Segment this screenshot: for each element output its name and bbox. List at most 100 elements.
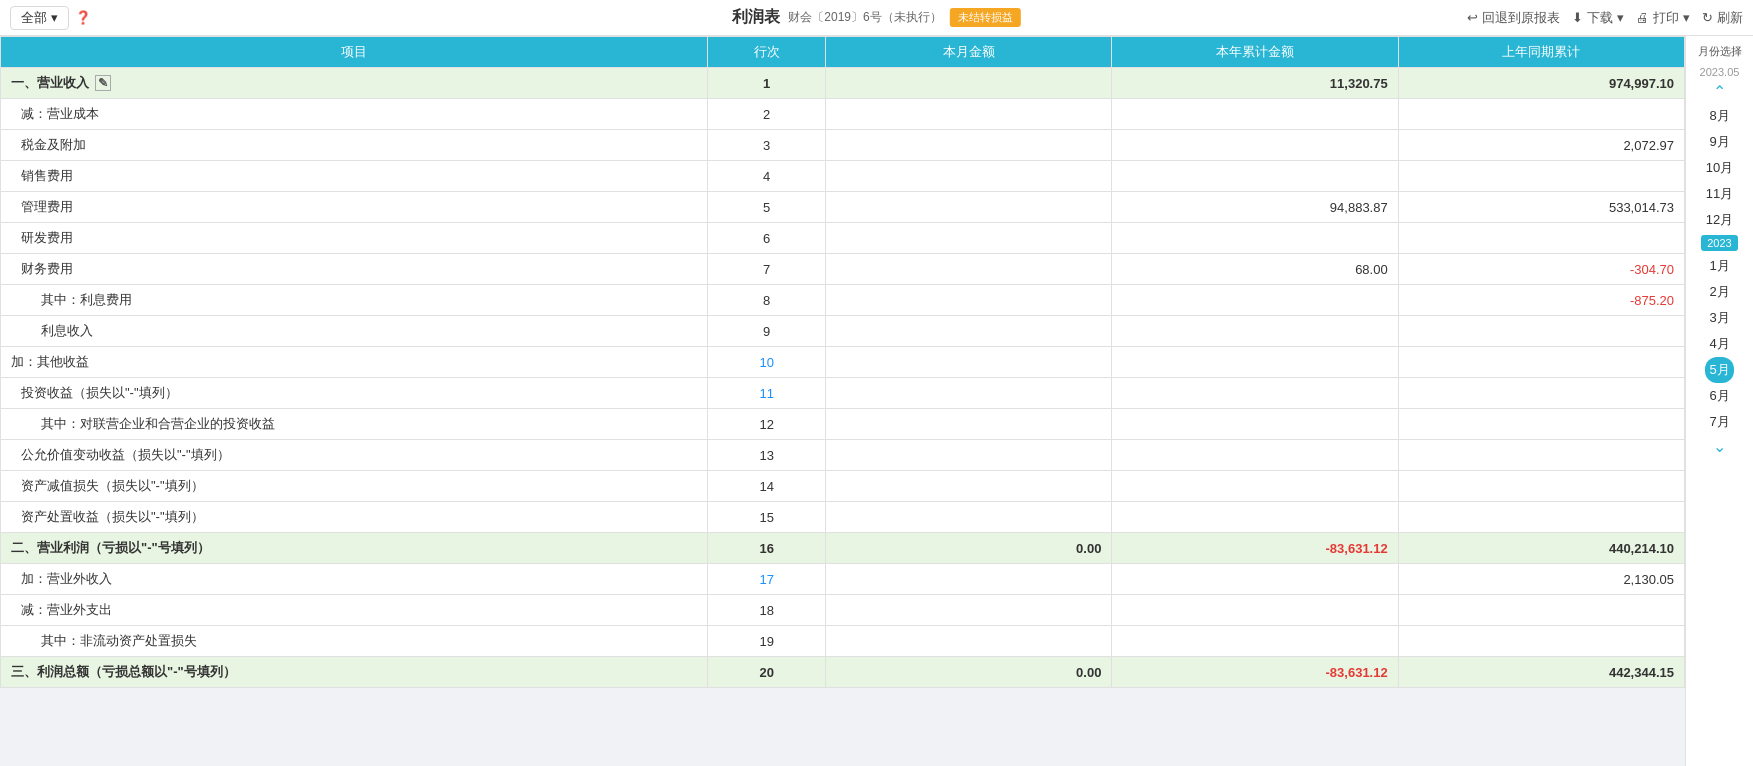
refresh-label: 刷新 [1717, 9, 1743, 27]
table-cell-year: -83,631.12 [1112, 533, 1398, 564]
scroll-up-icon[interactable]: ⌃ [1713, 80, 1726, 103]
table-cell-month [826, 130, 1112, 161]
table-cell-rownum: 2 [708, 99, 826, 130]
sidebar-year-badge[interactable]: 2023 [1701, 235, 1737, 251]
back-button[interactable]: ↩ 回退到原报表 [1467, 9, 1560, 27]
table-cell-month [826, 378, 1112, 409]
sidebar-month-item[interactable]: 6月 [1701, 383, 1737, 409]
table-cell-rownum: 14 [708, 471, 826, 502]
table-cell-month [826, 440, 1112, 471]
scroll-down-icon[interactable]: ⌄ [1713, 435, 1726, 458]
refresh-button[interactable]: ↻ 刷新 [1702, 9, 1743, 27]
table-cell-prev: -875.20 [1398, 285, 1684, 316]
category-dropdown[interactable]: 全部 ▾ [10, 6, 69, 30]
table-cell-year: 94,883.87 [1112, 192, 1398, 223]
sidebar-date-header: 2023.05 [1700, 66, 1740, 78]
table-cell-prev: 533,014.73 [1398, 192, 1684, 223]
table-cell-prev: 440,214.10 [1398, 533, 1684, 564]
table-cell-item: 加：其他收益 [1, 347, 708, 378]
top-bar-right: ↩ 回退到原报表 ⬇ 下载 ▾ 🖨 打印 ▾ ↻ 刷新 [1467, 9, 1743, 27]
table-cell-rownum: 8 [708, 285, 826, 316]
table-cell-rownum: 1 [708, 68, 826, 99]
table-cell-prev [1398, 440, 1684, 471]
table-header-row: 项目 行次 本月金额 本年累计金额 上年同期累计 [1, 37, 1685, 68]
download-label: 下载 [1587, 9, 1613, 27]
table-cell-year [1112, 471, 1398, 502]
sidebar-month-item[interactable]: 7月 [1701, 409, 1737, 435]
table-cell-item: 资产减值损失（损失以"-"填列） [1, 471, 708, 502]
table-cell-month [826, 347, 1112, 378]
table-cell-month [826, 316, 1112, 347]
table-cell-rownum: 13 [708, 440, 826, 471]
download-button[interactable]: ⬇ 下载 ▾ [1572, 9, 1624, 27]
table-cell-year: 11,320.75 [1112, 68, 1398, 99]
sidebar-month-item[interactable]: 4月 [1701, 331, 1737, 357]
print-icon: 🖨 [1636, 10, 1649, 25]
table-cell-item: 资产处置收益（损失以"-"填列） [1, 502, 708, 533]
chevron-down-icon: ▾ [51, 10, 58, 25]
sidebar-month-item[interactable]: 10月 [1701, 155, 1737, 181]
table-cell-month [826, 285, 1112, 316]
table-cell-prev [1398, 471, 1684, 502]
table-cell-rownum: 19 [708, 626, 826, 657]
sidebar-month-item[interactable]: 1月 [1701, 253, 1737, 279]
table-cell-rownum: 5 [708, 192, 826, 223]
table-cell-month [826, 595, 1112, 626]
table-cell-rownum: 15 [708, 502, 826, 533]
table-cell-rownum: 9 [708, 316, 826, 347]
table-cell-prev [1398, 595, 1684, 626]
sidebar-month-item[interactable]: 9月 [1701, 129, 1737, 155]
table-cell-year [1112, 316, 1398, 347]
table-cell-rownum: 10 [708, 347, 826, 378]
print-label: 打印 [1653, 9, 1679, 27]
download-icon: ⬇ [1572, 10, 1583, 25]
month-sidebar: 月份选择 2023.05 ⌃ 8月9月10月11月12月 2023 1月2月3月4月… [1685, 36, 1753, 766]
table-cell-prev [1398, 502, 1684, 533]
table-cell-item: 其中：对联营企业和合营企业的投资收益 [1, 409, 708, 440]
table-cell-prev: 2,072.97 [1398, 130, 1684, 161]
table-cell-rownum: 16 [708, 533, 826, 564]
table-cell-prev [1398, 347, 1684, 378]
table-area: 项目 行次 本月金额 本年累计金额 上年同期累计 一、营业收入✎111,320.… [0, 36, 1685, 766]
table-cell-year: -83,631.12 [1112, 657, 1398, 688]
table-cell-year [1112, 409, 1398, 440]
chevron-down-icon: ▾ [1683, 10, 1690, 25]
sidebar-title: 月份选择 [1696, 40, 1744, 62]
col-header-row: 行次 [708, 37, 826, 68]
status-badge: 未结转损益 [950, 8, 1021, 27]
table-cell-year [1112, 564, 1398, 595]
table-cell-year: 68.00 [1112, 254, 1398, 285]
table-cell-year [1112, 502, 1398, 533]
sidebar-month-item[interactable]: 12月 [1701, 207, 1737, 233]
sidebar-month-item[interactable]: 11月 [1701, 181, 1737, 207]
table-cell-year [1112, 626, 1398, 657]
table-cell-year [1112, 440, 1398, 471]
table-cell-month [826, 409, 1112, 440]
table-cell-rownum: 7 [708, 254, 826, 285]
table-cell-rownum: 6 [708, 223, 826, 254]
help-icon[interactable]: ❓ [75, 10, 91, 25]
table-cell-item: 利息收入 [1, 316, 708, 347]
back-icon: ↩ [1467, 10, 1478, 25]
table-cell-item: 其中：利息费用 [1, 285, 708, 316]
print-button[interactable]: 🖨 打印 ▾ [1636, 9, 1690, 27]
table-cell-month [826, 223, 1112, 254]
table-cell-year [1112, 595, 1398, 626]
sidebar-month-item[interactable]: 3月 [1701, 305, 1737, 331]
edit-icon[interactable]: ✎ [95, 75, 111, 91]
sidebar-month-item[interactable]: 5月 [1705, 357, 1733, 383]
table-cell-item: 加：营业外收入 [1, 564, 708, 595]
table-cell-rownum: 4 [708, 161, 826, 192]
table-cell-year [1112, 161, 1398, 192]
dropdown-value: 全部 [21, 9, 47, 27]
top-bar-center: 利润表 财会〔2019〕6号（未执行） 未结转损益 [732, 7, 1020, 28]
chevron-down-icon: ▾ [1617, 10, 1624, 25]
sidebar-month-item[interactable]: 2月 [1701, 279, 1737, 305]
table-cell-year [1112, 223, 1398, 254]
table-cell-month [826, 626, 1112, 657]
table-cell-item: 二、营业利润（亏损以"-"号填列） [1, 533, 708, 564]
table-cell-month [826, 471, 1112, 502]
report-table: 项目 行次 本月金额 本年累计金额 上年同期累计 一、营业收入✎111,320.… [0, 36, 1685, 688]
sidebar-month-item[interactable]: 8月 [1701, 103, 1737, 129]
table-cell-prev [1398, 316, 1684, 347]
